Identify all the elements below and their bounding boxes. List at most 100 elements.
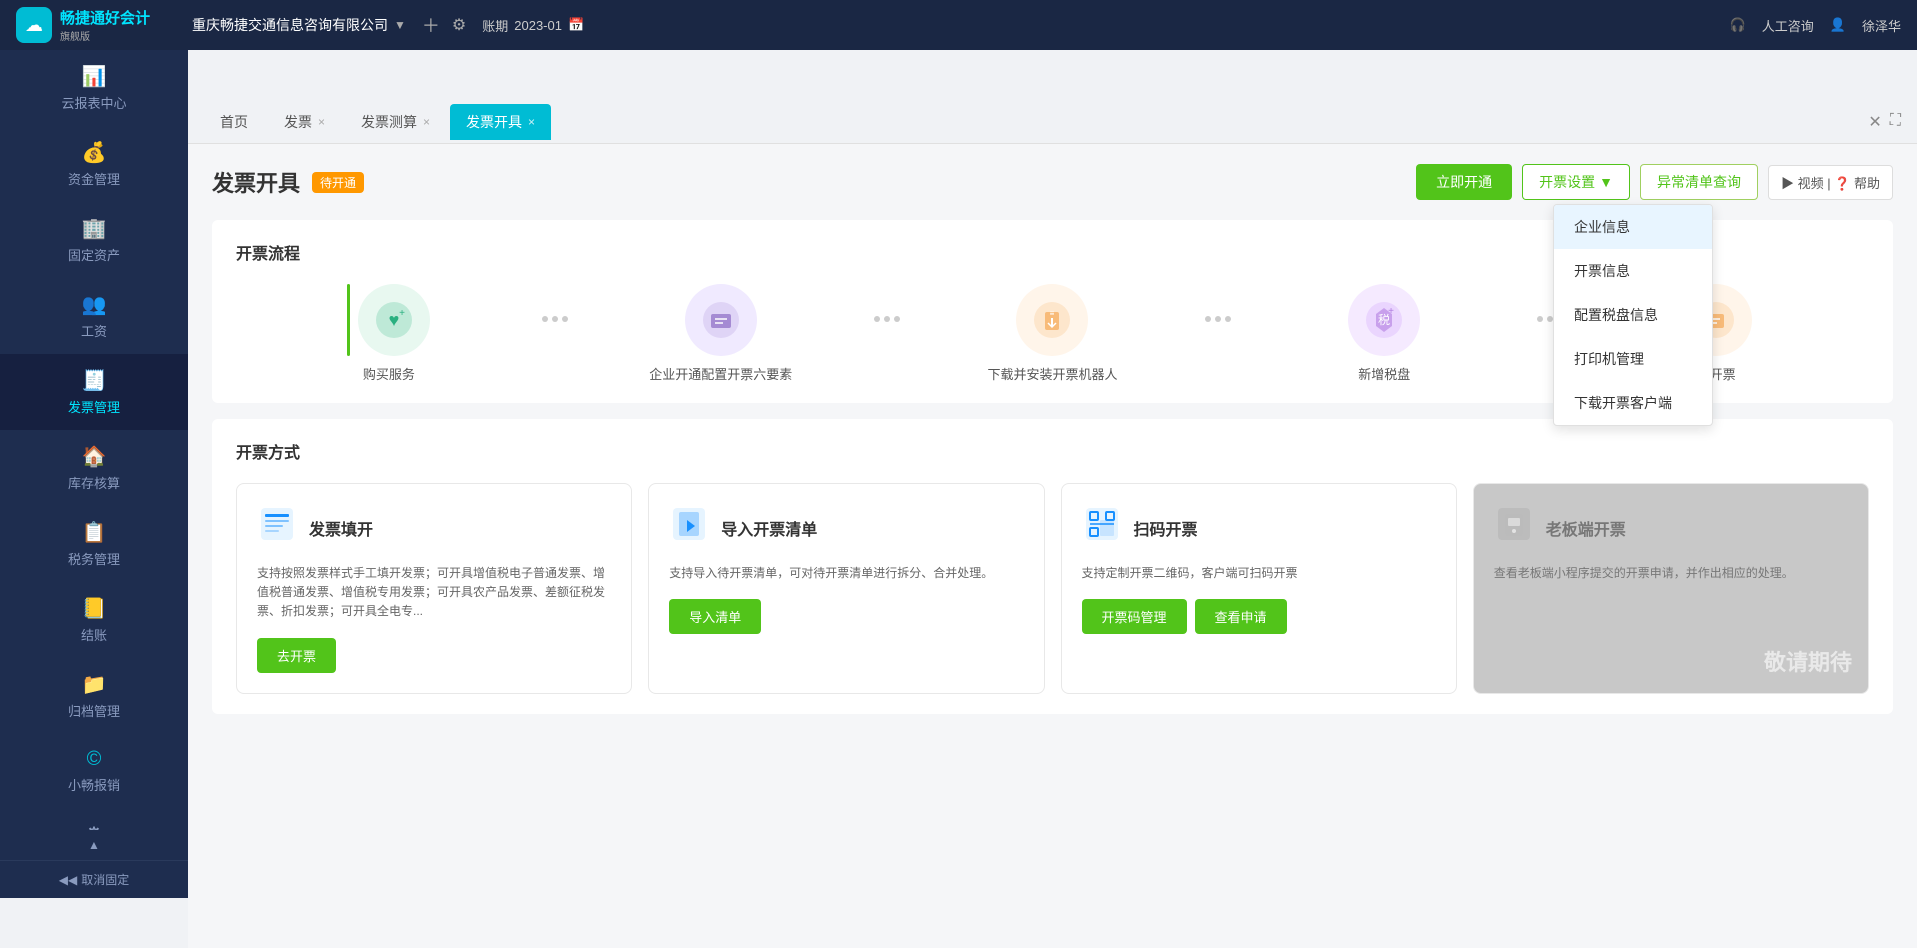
service-label[interactable]: 人工咨询 (1762, 16, 1814, 35)
tab-invoice-open-label: 发票开具 (466, 112, 522, 132)
payroll-icon: 👥 (82, 292, 107, 317)
tab-invoice-open[interactable]: 发票开具 × (450, 104, 551, 140)
sidebar-item-fixed-assets[interactable]: 🏢 固定资产 (0, 202, 188, 278)
tab-invoice-calc-close[interactable]: × (423, 115, 430, 129)
cloud-report-icon: 📊 (82, 64, 107, 89)
flow-step-config: 企业开通配置开票六要素 (568, 284, 874, 383)
page-header: 发票开具 待开通 立即开通 开票设置 ▼ 异常清单查询 ▶ 视频 | ❓ 帮助 … (212, 164, 1893, 200)
sidebar-label-closing: 结账 (81, 625, 107, 644)
top-actions: ＋ ⚙ (422, 12, 466, 38)
sidebar-item-capital[interactable]: 💰 资金管理 (0, 126, 188, 202)
sidebar-label-tax: 税务管理 (68, 549, 120, 568)
flow-step-buy: ♥+ 购买服务 (236, 284, 542, 383)
method-card-scan: 扫码开票 支持定制开票二维码，客户端可扫码开票 开票码管理 查看申请 (1061, 483, 1457, 694)
sidebar-label-archive: 归档管理 (68, 701, 120, 720)
capital-icon: 💰 (82, 140, 107, 165)
status-badge: 待开通 (312, 172, 364, 193)
method-desc-import: 支持导入待开票清单，可对待开票清单进行拆分、合并处理。 (669, 564, 1023, 583)
page-title-area: 发票开具 待开通 (212, 166, 364, 198)
calendar-icon[interactable]: 📅 (568, 17, 584, 33)
svg-text:♥: ♥ (389, 310, 400, 330)
sidebar-item-report[interactable]: © 小畅报销 (0, 734, 188, 808)
step2-icon (685, 284, 757, 356)
method-desc-scan: 支持定制开票二维码，客户端可扫码开票 (1082, 564, 1436, 583)
settings-button[interactable]: 开票设置 ▼ (1522, 164, 1630, 200)
page-content: 发票开具 待开通 立即开通 开票设置 ▼ 异常清单查询 ▶ 视频 | ❓ 帮助 … (188, 144, 1917, 948)
logo-area: ☁ 畅捷通好会计 旗舰版 (16, 7, 176, 43)
tab-actions: ✕ ⛶ (1868, 112, 1901, 132)
add-icon[interactable]: ＋ (422, 12, 440, 38)
activate-button[interactable]: 立即开通 (1416, 164, 1512, 200)
sidebar-item-archive[interactable]: 📁 归档管理 (0, 658, 188, 734)
sidebar-item-tax[interactable]: 📋 税务管理 (0, 506, 188, 582)
sidebar-cancel-fixed[interactable]: ◀◀ 取消固定 (0, 860, 188, 898)
method-icon-import (669, 504, 709, 552)
dropdown-item-printer[interactable]: 打印机管理 (1554, 337, 1712, 381)
sidebar-item-cloud-report[interactable]: 📊 云报表中心 (0, 50, 188, 126)
tab-invoice-open-close[interactable]: × (528, 115, 535, 129)
methods-section-title: 开票方式 (236, 439, 1869, 463)
method-title-scan: 扫码开票 (1134, 516, 1198, 540)
sidebar-label-report: 小畅报销 (68, 775, 120, 794)
tab-close-all-icon[interactable]: ✕ (1868, 112, 1881, 132)
flow-step-download: ≡ 下载并安装开票机器人 (900, 284, 1206, 383)
dropdown-item-tax-config[interactable]: 配置税盘信息 (1554, 293, 1712, 337)
import-list-button[interactable]: 导入清单 (669, 599, 761, 634)
sidebar-item-settings[interactable]: ⚙ 基础设置 (0, 808, 188, 830)
tab-invoice-calc-label: 发票测算 (361, 112, 417, 132)
methods-grid: 发票填开 支持按照发票样式手工填开发票；可开具增值税电子普通发票、增值税普通发票… (236, 483, 1869, 694)
settings-dropdown-menu: → 企业信息 开票信息 配置税盘信息 打印机管理 下载开票客户端 (1553, 204, 1713, 426)
sidebar-item-inventory[interactable]: 🏠 库存核算 (0, 430, 188, 506)
svg-text:+: + (1388, 306, 1394, 317)
sidebar-label-payroll: 工资 (81, 321, 107, 340)
period-value: 2023-01 (514, 18, 562, 33)
sidebar-item-payroll[interactable]: 👥 工资 (0, 278, 188, 354)
settings-icon[interactable]: ⚙ (452, 15, 466, 35)
sidebar-item-invoice[interactable]: 🧾 发票管理 (0, 354, 188, 430)
scan-apply-button[interactable]: 查看申请 (1195, 599, 1287, 634)
method-header-manual: 发票填开 (257, 504, 611, 552)
method-icon-manual (257, 504, 297, 552)
top-bar: ☁ 畅捷通好会计 旗舰版 重庆畅捷交通信息咨询有限公司 ▼ ＋ ⚙ 账期 202… (0, 0, 1917, 50)
method-title-import: 导入开票清单 (721, 516, 817, 540)
methods-section: 开票方式 发票填开 支持按照发票样式手工填开发票；可开具增值税电子普通发票、增值… (212, 419, 1893, 714)
method-desc-manual: 支持按照发票样式手工填开发票；可开具增值税电子普通发票、增值税普通发票、增值税专… (257, 564, 611, 622)
dropdown-item-invoice-info[interactable]: 开票信息 (1554, 249, 1712, 293)
sidebar: 📊 云报表中心 💰 资金管理 🏢 固定资产 👥 工资 🧾 发票管理 🏠 库存核算… (0, 50, 188, 898)
closing-icon: 📒 (82, 596, 107, 621)
dropdown-item-download[interactable]: 下载开票客户端 (1554, 381, 1712, 425)
service-icon: 🎧 (1730, 17, 1746, 33)
tab-invoice[interactable]: 发票 × (268, 104, 341, 140)
dropdown-item-company-info[interactable]: 企业信息 (1554, 205, 1712, 249)
settings-button-label: 开票设置 (1539, 172, 1595, 192)
sidebar-scroll-up[interactable]: ▲ (0, 830, 188, 860)
method-title-boss: 老板端开票 (1546, 516, 1626, 540)
sidebar-label-fixed-assets: 固定资产 (68, 245, 120, 264)
company-name: 重庆畅捷交通信息咨询有限公司 (192, 15, 388, 35)
step4-icon: 税+ (1348, 284, 1420, 356)
step1-label: 购买服务 (363, 364, 415, 383)
scan-code-button[interactable]: 开票码管理 (1082, 599, 1187, 634)
page-title: 发票开具 (212, 166, 300, 198)
logo-sub: 旗舰版 (60, 28, 150, 43)
tab-invoice-close[interactable]: × (318, 115, 325, 129)
method-header-scan: 扫码开票 (1082, 504, 1436, 552)
manual-go-button[interactable]: 去开票 (257, 638, 336, 673)
method-card-boss: 老板端开票 查看老板端小程序提交的开票申请，并作出相应的处理。 敬请期待 (1473, 483, 1869, 694)
company-selector[interactable]: 重庆畅捷交通信息咨询有限公司 ▼ (192, 15, 406, 35)
archive-icon: 📁 (82, 672, 107, 697)
tab-invoice-calc[interactable]: 发票测算 × (345, 104, 446, 140)
sidebar-label-inventory: 库存核算 (68, 473, 120, 492)
video-help-button[interactable]: ▶ 视频 | ❓ 帮助 (1768, 165, 1893, 200)
inventory-icon: 🏠 (82, 444, 107, 469)
method-title-manual: 发票填开 (309, 516, 373, 540)
step2-label: 企业开通配置开票六要素 (649, 364, 792, 383)
sidebar-item-closing[interactable]: 📒 结账 (0, 582, 188, 658)
method-header-import: 导入开票清单 (669, 504, 1023, 552)
method-card-manual: 发票填开 支持按照发票样式手工填开发票；可开具增值税电子普通发票、增值税普通发票… (236, 483, 632, 694)
exception-button[interactable]: 异常清单查询 (1640, 164, 1758, 200)
tab-home[interactable]: 首页 (204, 104, 264, 140)
user-name[interactable]: 徐泽华 (1862, 16, 1901, 35)
connector1 (542, 316, 568, 322)
tab-maximize-icon[interactable]: ⛶ (1890, 112, 1901, 132)
